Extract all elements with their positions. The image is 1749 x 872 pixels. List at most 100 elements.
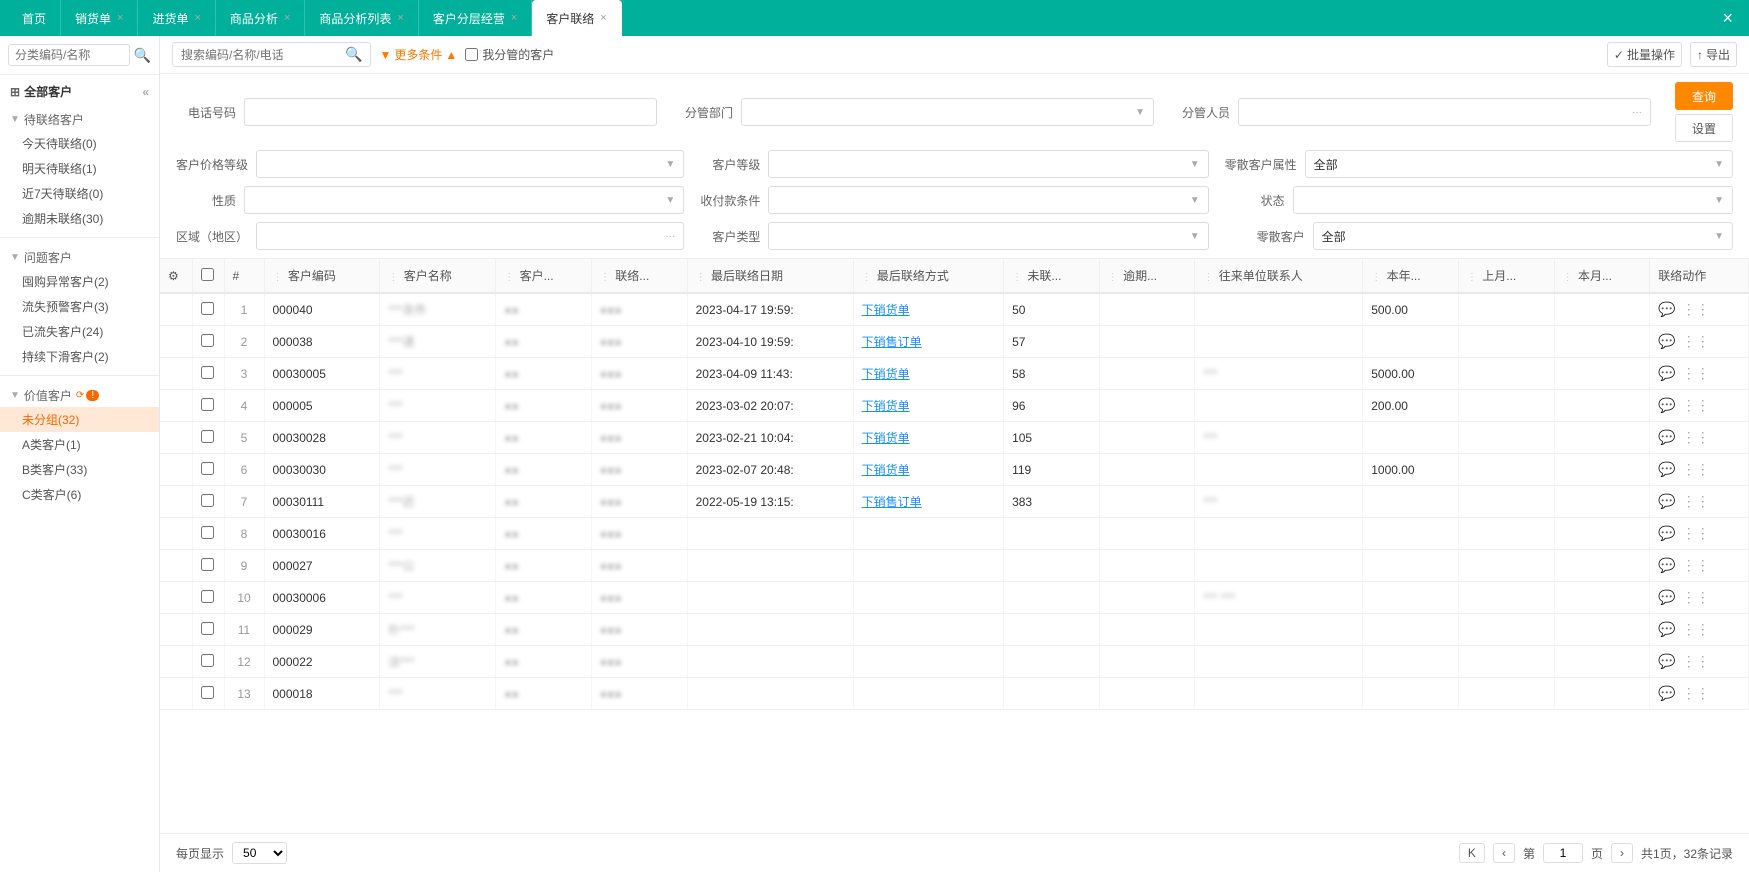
collapse-sidebar-icon[interactable]: « bbox=[142, 85, 149, 99]
contact-action-icon[interactable]: 💬 bbox=[1658, 685, 1675, 702]
next-page-button[interactable]: › bbox=[1611, 843, 1633, 863]
more-action-icon[interactable]: ⋮⋮ bbox=[1682, 493, 1710, 510]
checkbox-cell[interactable] bbox=[192, 646, 224, 678]
more-action-icon[interactable]: ⋮⋮ bbox=[1682, 557, 1710, 574]
row-checkbox[interactable] bbox=[201, 526, 214, 539]
price-level-select[interactable]: ▼ bbox=[256, 150, 684, 178]
more-action-icon[interactable]: ⋮⋮ bbox=[1682, 397, 1710, 414]
this-year-col-header[interactable]: ⋮ 本年... bbox=[1363, 259, 1459, 293]
last-method-cell[interactable] bbox=[853, 550, 1003, 582]
row-checkbox[interactable] bbox=[201, 430, 214, 443]
retail-attr-select[interactable]: 全部 ▼ bbox=[1305, 150, 1733, 178]
checkbox-cell[interactable] bbox=[192, 582, 224, 614]
pending-group-header[interactable]: ▼ 待联络客户 bbox=[0, 106, 159, 131]
tab-sales-order[interactable]: 销货单 × bbox=[61, 0, 138, 36]
tab-customer-contact[interactable]: 客户联络 × bbox=[532, 0, 621, 36]
contact-action-icon[interactable]: 💬 bbox=[1658, 589, 1675, 606]
sidebar-item-overdue-pending[interactable]: 逾期未联络(30) bbox=[0, 206, 159, 231]
select-all-checkbox[interactable] bbox=[201, 268, 214, 281]
my-customers-checkbox-label[interactable]: 我分管的客户 bbox=[465, 46, 554, 63]
first-page-button[interactable]: K bbox=[1459, 843, 1485, 863]
row-checkbox[interactable] bbox=[201, 558, 214, 571]
more-action-icon[interactable]: ⋮⋮ bbox=[1682, 685, 1710, 702]
customer-type-select[interactable]: ▼ bbox=[768, 222, 1208, 250]
sidebar-item-hoarding[interactable]: 囤购异常客户(2) bbox=[0, 269, 159, 294]
problem-group-header[interactable]: ▼ 问题客户 bbox=[0, 244, 159, 269]
checkbox-cell[interactable] bbox=[192, 614, 224, 646]
category-search-input[interactable] bbox=[8, 44, 130, 66]
checkbox-cell[interactable] bbox=[192, 390, 224, 422]
bulk-operations-button[interactable]: ✓ 批量操作 bbox=[1607, 42, 1682, 67]
search-icon[interactable]: 🔍 bbox=[345, 46, 362, 63]
sidebar-item-week-pending[interactable]: 近7天待联络(0) bbox=[0, 181, 159, 206]
close-product-analysis-icon[interactable]: × bbox=[284, 12, 290, 24]
checkbox-col-header[interactable] bbox=[192, 259, 224, 293]
row-checkbox[interactable] bbox=[201, 494, 214, 507]
last-method-cell[interactable]: 下销货单 bbox=[853, 454, 1003, 486]
this-month-col-header[interactable]: ⋮ 本月... bbox=[1554, 259, 1650, 293]
contact-action-icon[interactable]: 💬 bbox=[1658, 493, 1675, 510]
contact-person-col-header[interactable]: ⋮ 往来单位联系人 bbox=[1195, 259, 1363, 293]
overdue-col-header[interactable]: ⋮ 逾期... bbox=[1099, 259, 1195, 293]
last-method-cell[interactable]: 下销售订单 bbox=[853, 326, 1003, 358]
close-product-analysis-list-icon[interactable]: × bbox=[397, 12, 403, 24]
tab-purchase-order[interactable]: 进货单 × bbox=[138, 0, 215, 36]
more-action-icon[interactable]: ⋮⋮ bbox=[1682, 429, 1710, 446]
last-method-cell[interactable] bbox=[853, 614, 1003, 646]
prev-page-button[interactable]: ‹ bbox=[1493, 843, 1515, 863]
sidebar-search-icon[interactable]: 🔍 bbox=[134, 47, 151, 64]
contact-col-header[interactable]: ⋮ 联络... bbox=[591, 259, 687, 293]
last-method-cell[interactable]: 下销货单 bbox=[853, 422, 1003, 454]
settings-icon[interactable]: ⚙ bbox=[168, 269, 179, 283]
row-checkbox[interactable] bbox=[201, 686, 214, 699]
last-method-cell[interactable]: 下销货单 bbox=[853, 358, 1003, 390]
tab-product-analysis[interactable]: 商品分析 × bbox=[216, 0, 305, 36]
last-month-col-header[interactable]: ⋮ 上月... bbox=[1458, 259, 1554, 293]
contact-action-icon[interactable]: 💬 bbox=[1658, 365, 1675, 382]
checkbox-cell[interactable] bbox=[192, 550, 224, 582]
contact-action-icon[interactable]: 💬 bbox=[1658, 621, 1675, 638]
row-checkbox[interactable] bbox=[201, 654, 214, 667]
per-page-select[interactable]: 50 100 200 bbox=[232, 842, 287, 864]
more-action-icon[interactable]: ⋮⋮ bbox=[1682, 365, 1710, 382]
dept-select[interactable]: ▼ bbox=[741, 98, 1154, 126]
sidebar-item-churn-warning[interactable]: 流失预警客户(3) bbox=[0, 294, 159, 319]
contact-action-icon[interactable]: 💬 bbox=[1658, 333, 1675, 350]
no-contact-col-header[interactable]: ⋮ 未联... bbox=[1004, 259, 1100, 293]
more-action-icon[interactable]: ⋮⋮ bbox=[1682, 653, 1710, 670]
sidebar-item-declining[interactable]: 持续下滑客户(2) bbox=[0, 344, 159, 369]
last-method-col-header[interactable]: ⋮ 最后联络方式 bbox=[853, 259, 1003, 293]
staff-select[interactable]: ··· bbox=[1238, 98, 1651, 126]
refresh-icon[interactable]: ⟳ bbox=[76, 390, 84, 401]
close-sales-order-icon[interactable]: × bbox=[117, 12, 123, 24]
more-action-icon[interactable]: ⋮⋮ bbox=[1682, 301, 1710, 318]
status-select[interactable]: ▼ bbox=[1293, 186, 1733, 214]
nature-select[interactable]: ▼ bbox=[244, 186, 684, 214]
sidebar-item-tomorrow-pending[interactable]: 明天待联络(1) bbox=[0, 156, 159, 181]
checkbox-cell[interactable] bbox=[192, 678, 224, 710]
close-customer-segmentation-icon[interactable]: × bbox=[511, 12, 517, 24]
search-input[interactable] bbox=[181, 48, 341, 62]
sidebar-item-class-b[interactable]: B类客户(33) bbox=[0, 457, 159, 482]
name-col-header[interactable]: ⋮ 客户名称 bbox=[380, 259, 496, 293]
row-checkbox[interactable] bbox=[201, 590, 214, 603]
more-action-icon[interactable]: ⋮⋮ bbox=[1682, 589, 1710, 606]
code-col-header[interactable]: ⋮ 客户编码 bbox=[264, 259, 380, 293]
row-checkbox[interactable] bbox=[201, 398, 214, 411]
checkbox-cell[interactable] bbox=[192, 518, 224, 550]
last-date-col-header[interactable]: ⋮ 最后联络日期 bbox=[687, 259, 853, 293]
tab-home[interactable]: 首页 bbox=[8, 0, 61, 36]
last-method-cell[interactable]: 下销售订单 bbox=[853, 486, 1003, 518]
my-customers-checkbox[interactable] bbox=[465, 48, 478, 61]
row-checkbox[interactable] bbox=[201, 302, 214, 315]
more-action-icon[interactable]: ⋮⋮ bbox=[1682, 621, 1710, 638]
value-group-header[interactable]: ▼ 价值客户 ⟳ ! bbox=[0, 382, 159, 407]
tab-product-analysis-list[interactable]: 商品分析列表 × bbox=[305, 0, 418, 36]
region-select[interactable]: ··· bbox=[256, 222, 684, 250]
tab-customer-segmentation[interactable]: 客户分层经营 × bbox=[419, 0, 532, 36]
contact-action-icon[interactable]: 💬 bbox=[1658, 397, 1675, 414]
payment-select[interactable]: ▼ bbox=[768, 186, 1208, 214]
last-method-cell[interactable] bbox=[853, 646, 1003, 678]
reset-button[interactable]: 设置 bbox=[1675, 114, 1733, 142]
checkbox-cell[interactable] bbox=[192, 326, 224, 358]
